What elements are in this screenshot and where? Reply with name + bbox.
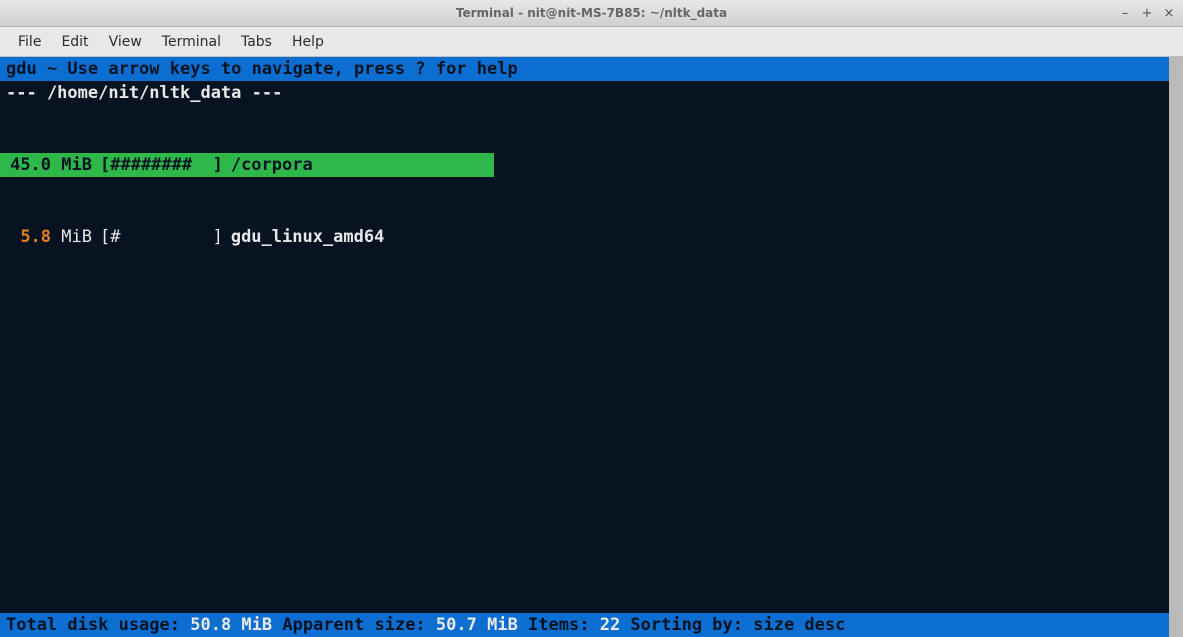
menu-terminal[interactable]: Terminal xyxy=(152,30,231,54)
row-name: gdu_linux_amd64 xyxy=(231,225,385,249)
row-bar: [######## ] xyxy=(100,153,231,177)
window-title: Terminal - nit@nit-MS-7B85: ~/nltk_data xyxy=(456,6,727,20)
window-titlebar: Terminal - nit@nit-MS-7B85: ~/nltk_data … xyxy=(0,0,1183,27)
terminal-container: gdu ~ Use arrow keys to navigate, press … xyxy=(0,57,1183,637)
row-bar: [# ] xyxy=(100,225,231,249)
terminal[interactable]: gdu ~ Use arrow keys to navigate, press … xyxy=(0,57,1169,637)
gdu-rows: 45.0 MiB[######## ] /corpora 5.8 MiB[# ]… xyxy=(0,105,1169,613)
row-name: /corpora xyxy=(231,153,313,177)
maximize-button[interactable]: + xyxy=(1139,6,1155,21)
row-size: 45.0 MiB xyxy=(6,153,100,177)
row-size: 5.8 MiB xyxy=(6,225,100,249)
menu-tabs[interactable]: Tabs xyxy=(231,30,282,54)
menu-view[interactable]: View xyxy=(99,30,152,54)
menu-help[interactable]: Help xyxy=(282,30,334,54)
gdu-footer: Total disk usage: 50.8 MiB Apparent size… xyxy=(0,613,1169,637)
gdu-path-line: --- /home/nit/nltk_data --- xyxy=(0,81,1169,105)
minimize-button[interactable]: – xyxy=(1117,6,1133,21)
menu-edit[interactable]: Edit xyxy=(51,30,98,54)
gdu-header: gdu ~ Use arrow keys to navigate, press … xyxy=(0,57,1169,81)
scrollbar-thumb[interactable] xyxy=(1170,57,1183,637)
gdu-row[interactable]: 5.8 MiB[# ] gdu_linux_amd64 xyxy=(0,225,1169,249)
gdu-row-selected[interactable]: 45.0 MiB[######## ] /corpora xyxy=(0,153,494,177)
terminal-scrollbar[interactable] xyxy=(1169,57,1183,637)
close-button[interactable]: × xyxy=(1161,6,1177,21)
menu-file[interactable]: File xyxy=(8,30,51,54)
window-controls: – + × xyxy=(1117,6,1177,21)
menubar: File Edit View Terminal Tabs Help xyxy=(0,27,1183,57)
